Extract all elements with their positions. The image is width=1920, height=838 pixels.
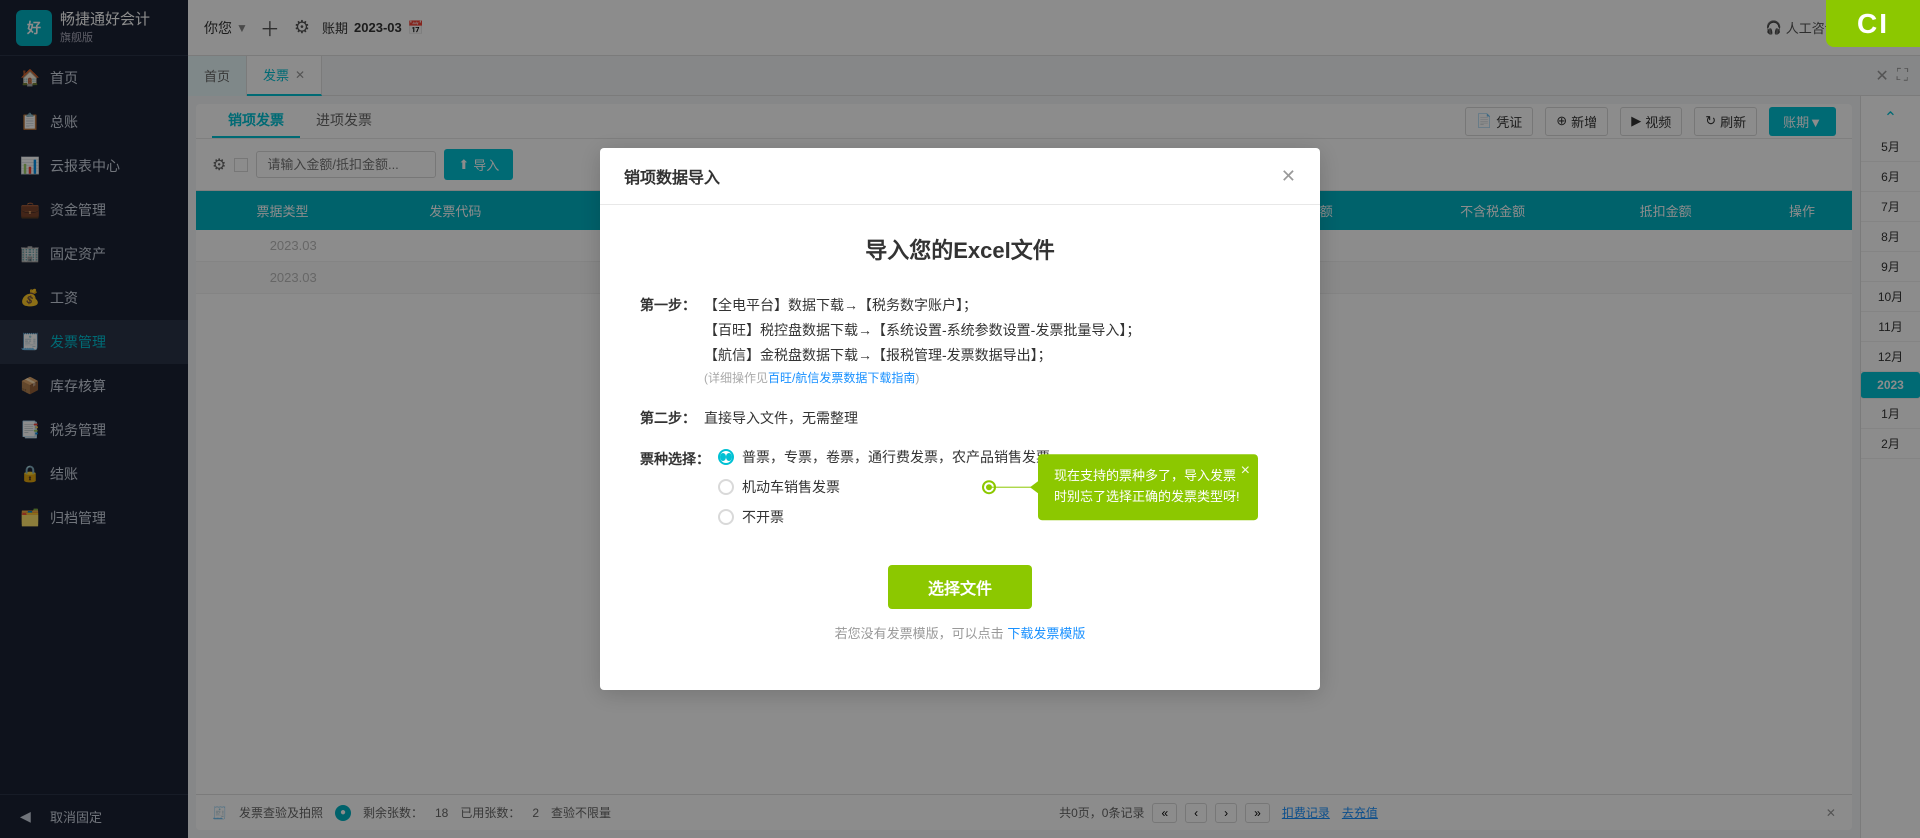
radio-circle-1 [718,449,734,465]
modal-header: 销项数据导入 ✕ [600,148,1320,205]
step1-content: 【全电平台】数据下载→【税务数字账户】； 【百旺】税控盘数据下载→【系统设置-系… [704,293,1140,390]
modal-overlay: 销项数据导入 ✕ 导入您的Excel文件 第一步： 【全电平台】数据下载→【税务… [0,0,1920,838]
step1-line2: 【百旺】税控盘数据下载→【系统设置-系统参数设置-发票批量导入】； [704,318,1140,343]
tooltip-close-button[interactable]: × [1241,458,1250,484]
step1-link: (详细操作见百旺/航信发票数据下载指南) [704,368,1140,390]
download-template-link[interactable]: 下载发票模版 [1007,626,1085,641]
radio-option-2[interactable]: 机动车销售发票 现在支持的票种多了，导入发票时别忘了选择正确的发票类型呀! × [718,477,1050,497]
radio-dot-1 [720,453,726,461]
file-select-section: 选择文件 [640,565,1280,609]
step1-row: 第一步： 【全电平台】数据下载→【税务数字账户】； 【百旺】税控盘数据下载→【系… [640,293,1280,390]
radio-option-1[interactable]: 普票，专票，卷票，通行费发票，农产品销售发票 [718,447,1050,467]
tooltip-text: 现在支持的票种多了，导入发票时别忘了选择正确的发票类型呀! [1054,466,1242,508]
radio-label-3: 不开票 [742,507,784,527]
radio-label-1: 普票，专票，卷票，通行费发票，农产品销售发票 [742,447,1050,467]
select-file-button[interactable]: 选择文件 [888,565,1032,609]
modal-title: 销项数据导入 [624,164,720,188]
step1-label: 第一步： [640,293,696,315]
step1-line1: 【全电平台】数据下载→【税务数字账户】； [704,293,1140,318]
radio-circle-2 [718,479,734,495]
radio-label-2: 机动车销售发票 [742,477,840,497]
tooltip-wrapper: 现在支持的票种多了，导入发票时别忘了选择正确的发票类型呀! × [1038,454,1258,520]
radio-group: 普票，专票，卷票，通行费发票，农产品销售发票 机动车销售发票 现在支持的票种多了… [718,447,1050,537]
guide-link[interactable]: 百旺/航信发票数据下载指南 [768,371,915,385]
step2-label: 第二步： [640,406,696,428]
modal-close-button[interactable]: ✕ [1281,167,1296,185]
tooltip-box: 现在支持的票种多了，导入发票时别忘了选择正确的发票类型呀! × [1038,454,1258,520]
modal-hint: 若您没有发票模版，可以点击 下载发票模版 [640,623,1280,662]
ci-text: CI [1857,8,1889,40]
import-title: 导入您的Excel文件 [640,233,1280,265]
hint-text: 若您没有发票模版，可以点击 [835,626,1004,641]
ticket-section: 票种选择： 普票，专票，卷票，通行费发票，农产品销售发票 机动车销售发票 [640,447,1280,537]
ticket-label: 票种选择： [640,447,710,469]
radio-option-3[interactable]: 不开票 [718,507,1050,527]
step2-row: 第二步： 直接导入文件，无需整理 [640,406,1280,431]
import-modal: 销项数据导入 ✕ 导入您的Excel文件 第一步： 【全电平台】数据下载→【税务… [600,148,1320,690]
step2-text: 直接导入文件，无需整理 [704,410,858,426]
step1-line3: 【航信】金税盘数据下载→【报税管理-发票数据导出】； [704,343,1140,368]
ci-badge: CI [1826,0,1920,47]
radio-circle-3 [718,509,734,525]
modal-body: 导入您的Excel文件 第一步： 【全电平台】数据下载→【税务数字账户】； 【百… [600,205,1320,690]
step2-content: 直接导入文件，无需整理 [704,406,858,431]
